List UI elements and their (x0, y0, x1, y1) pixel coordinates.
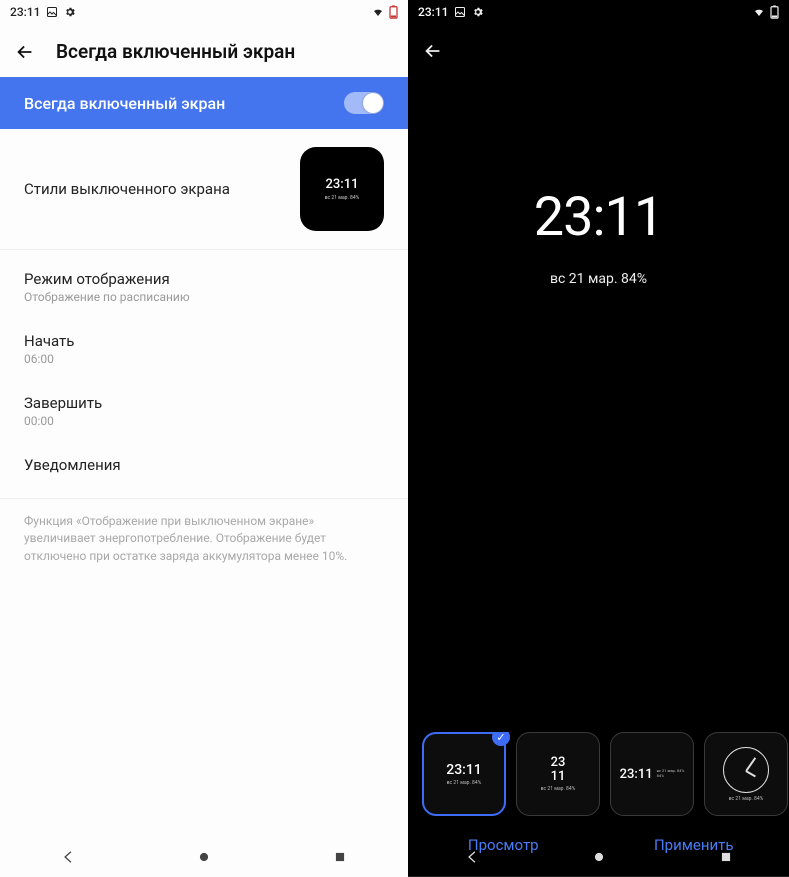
page-title: Всегда включенный экран (56, 40, 295, 63)
row-sub: Отображение по расписанию (24, 290, 384, 304)
nav-back-icon[interactable] (59, 848, 77, 866)
nav-home-icon[interactable] (590, 848, 608, 866)
status-time: 23:11 (10, 5, 40, 19)
thumb-time: 23:11 (326, 177, 359, 192)
analog-clock-icon (723, 747, 769, 793)
status-bar: 23:11 (0, 0, 408, 24)
style-option-analog[interactable]: вс 21 мар. 84% (704, 732, 788, 816)
style-time: 23:11 (446, 762, 482, 778)
check-icon: ✓ (492, 732, 510, 746)
row-title: Уведомления (24, 456, 384, 474)
display-mode-row[interactable]: Режим отображения Отображение по расписа… (0, 256, 408, 318)
toggle-label: Всегда включенный экран (24, 94, 225, 113)
style-sub: вс 21 мар. 84% (447, 780, 482, 786)
back-button[interactable] (14, 41, 36, 63)
image-icon (454, 6, 466, 18)
preview-time: 23:11 (534, 186, 663, 249)
end-time-row[interactable]: Завершить 00:00 (0, 380, 408, 442)
row-title: Начать (24, 332, 384, 350)
always-on-toggle-row[interactable]: Всегда включенный экран (0, 77, 408, 129)
style-option-horizontal[interactable]: 23:11 вс 21 мар. 84% 84% (610, 732, 694, 816)
app-header (408, 24, 789, 76)
schedule-group: Режим отображения Отображение по расписа… (0, 250, 408, 498)
row-sub: 00:00 (24, 414, 384, 428)
aod-styles-label: Стили выключенного экрана (24, 180, 230, 198)
nav-recent-icon[interactable] (717, 848, 735, 866)
style-option-stacked[interactable]: 23 11 вс 21 мар. 84% (516, 732, 600, 816)
style-minute: 11 (551, 770, 566, 784)
nav-home-icon[interactable] (195, 848, 213, 866)
wifi-icon (371, 6, 385, 18)
preview-subtext: вс 21 мар. 84% (550, 271, 647, 287)
nav-back-icon[interactable] (463, 848, 481, 866)
style-sub: вс 21 мар. 84% (541, 786, 576, 792)
thumb-subtext: вс 21 мар. 84% (325, 195, 360, 201)
wifi-icon (752, 6, 766, 18)
back-button[interactable] (422, 40, 444, 62)
settings-screen: 23:11 Всегда включенный экран Всегда вкл… (0, 0, 408, 877)
status-bar: 23:11 (408, 0, 789, 24)
style-sub2: 84% (657, 774, 685, 779)
start-time-row[interactable]: Начать 06:00 (0, 318, 408, 380)
style-strip[interactable]: ✓ 23:11 вс 21 мар. 84% 23 11 вс 21 мар. … (408, 732, 789, 816)
gear-icon (64, 6, 76, 18)
aod-preview: 23:11 вс 21 мар. 84% (408, 76, 789, 732)
battery-icon (389, 5, 398, 19)
nav-bar (0, 837, 408, 877)
gear-icon (472, 6, 484, 18)
image-icon (46, 6, 58, 18)
aod-styles-screen: 23:11 23:11 вс 21 мар. 84% ✓ 2 (408, 0, 789, 877)
toggle-switch[interactable] (344, 92, 384, 114)
footnote-text: Функция «Отображение при выключенном экр… (0, 499, 408, 579)
aod-styles-row[interactable]: Стили выключенного экрана 23:11 вс 21 ма… (0, 129, 408, 250)
notifications-row[interactable]: Уведомления (0, 442, 408, 492)
style-sub: вс 21 мар. 84% (729, 796, 764, 802)
aod-style-thumbnail: 23:11 вс 21 мар. 84% (300, 147, 384, 231)
style-time: 23:11 (620, 767, 653, 782)
row-title: Завершить (24, 394, 384, 412)
nav-bar (408, 837, 789, 877)
app-header: Всегда включенный экран (0, 24, 408, 77)
style-hour: 23 (551, 756, 566, 770)
battery-icon (770, 5, 779, 19)
row-sub: 06:00 (24, 352, 384, 366)
status-time: 23:11 (418, 5, 448, 19)
row-title: Режим отображения (24, 270, 384, 288)
nav-recent-icon[interactable] (331, 848, 349, 866)
style-option-digital[interactable]: ✓ 23:11 вс 21 мар. 84% (422, 732, 506, 816)
